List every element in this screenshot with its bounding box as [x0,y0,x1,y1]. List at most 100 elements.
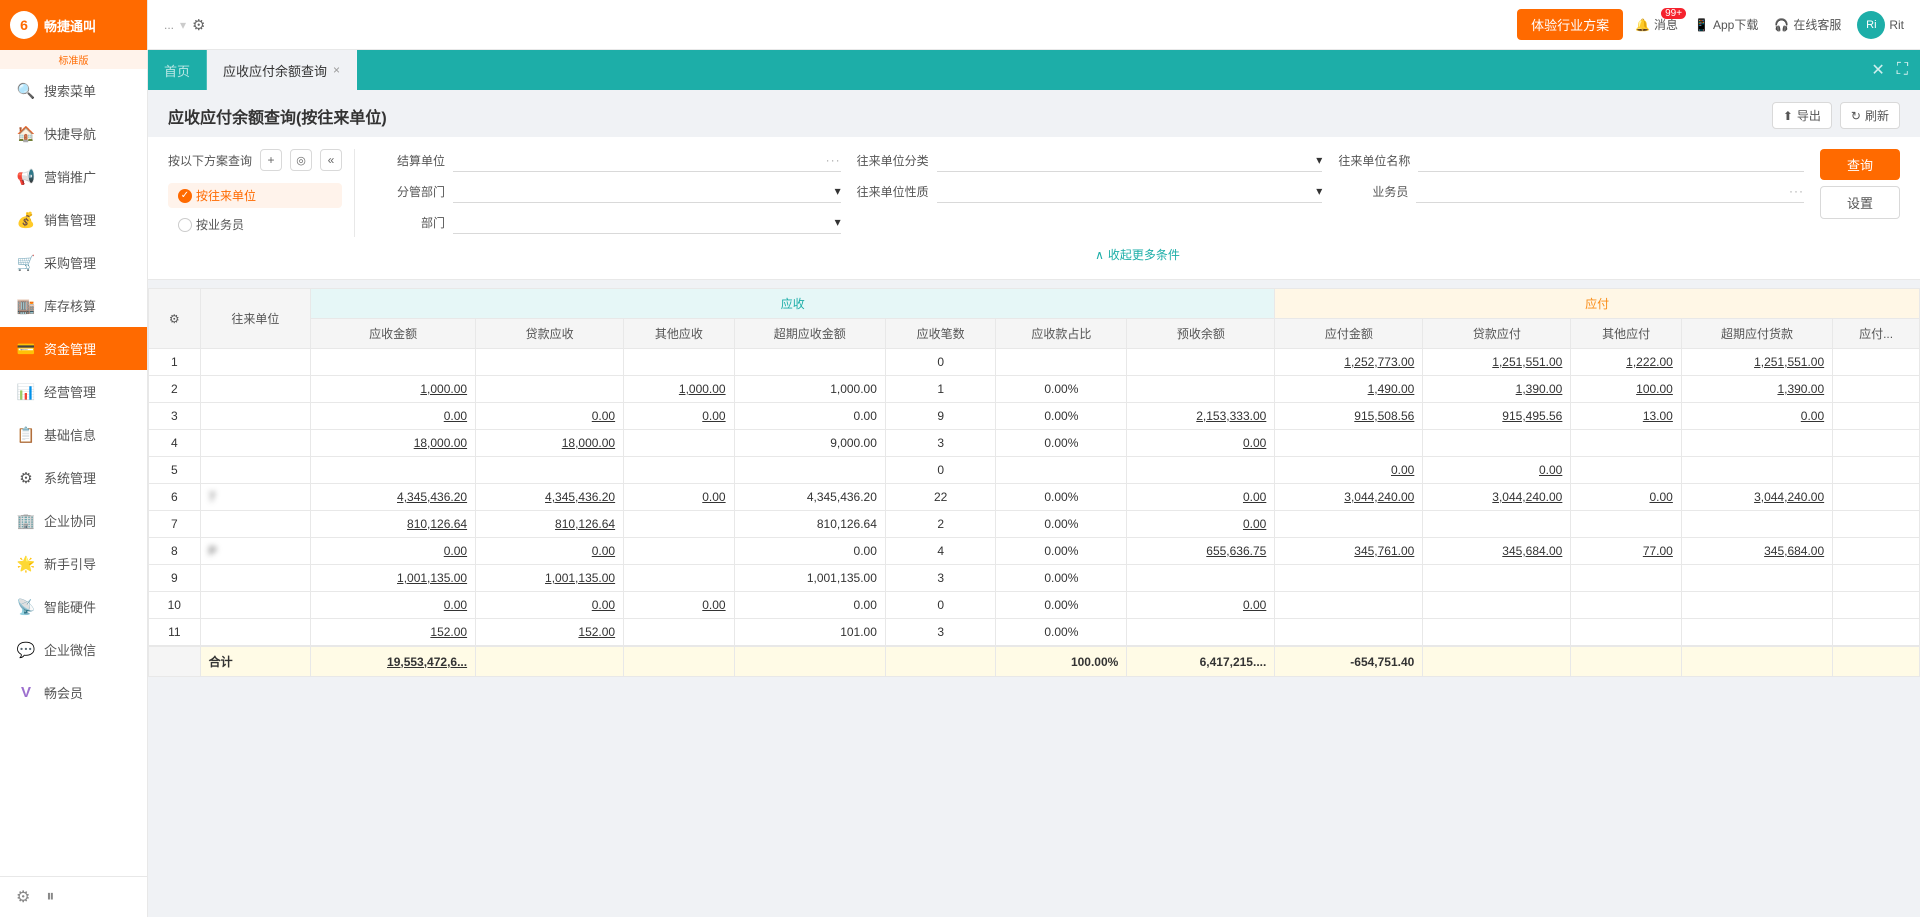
row-prepaid-balance[interactable]: 2,153,333.00 [1127,403,1275,430]
row-payable-amount[interactable] [1275,592,1423,619]
add-filter-btn[interactable]: + [260,149,282,171]
row-overdue-payable[interactable]: 1,390.00 [1681,376,1832,403]
row-prepaid-balance[interactable] [1127,457,1275,484]
close-window-icon[interactable]: ✕ [1871,60,1884,80]
sidebar-item-search-menu[interactable]: 🔍 搜索菜单 [0,69,147,112]
row-loan-receivable[interactable]: 0.00 [476,538,624,565]
row-loan-receivable[interactable] [476,457,624,484]
row-loan-receivable[interactable] [476,376,624,403]
row-other-payable[interactable] [1571,592,1682,619]
row-payable-amount[interactable] [1275,619,1423,647]
row-loan-payable[interactable]: 1,390.00 [1423,376,1571,403]
row-overdue-payable[interactable] [1681,619,1832,647]
sidebar-item-inventory[interactable]: 🏬 库存核算 [0,284,147,327]
row-receivable-amount[interactable]: 810,126.64 [311,511,476,538]
tab-home[interactable]: 首页 [148,50,207,90]
row-overdue-payable[interactable]: 1,251,551.00 [1681,349,1832,376]
collapse-more-btn[interactable]: ∧ 收起更多条件 [375,242,1900,267]
row-receivable-amount[interactable]: 0.00 [311,403,476,430]
row-other-receivable[interactable]: 1,000.00 [624,376,735,403]
row-prepaid-balance[interactable]: 655,636.75 [1127,538,1275,565]
supervise-dept-select[interactable]: ▾ [453,180,841,203]
row-payable-amount[interactable] [1275,430,1423,457]
row-overdue-payable[interactable]: 345,684.00 [1681,538,1832,565]
sidebar-item-finance[interactable]: 💳 资金管理 [0,327,147,370]
partner-name-input[interactable] [1418,149,1804,172]
sidebar-item-system[interactable]: ⚙ 系统管理 [0,456,147,499]
tab-receivable-query[interactable]: 应收应付余额查询 × [207,50,357,90]
row-overdue-payable[interactable]: 3,044,240.00 [1681,484,1832,511]
row-loan-receivable[interactable]: 4,345,436.20 [476,484,624,511]
row-receivable-amount[interactable]: 152.00 [311,619,476,647]
row-loan-payable[interactable] [1423,430,1571,457]
row-payable-amount[interactable] [1275,565,1423,592]
row-payable-amount[interactable]: 3,044,240.00 [1275,484,1423,511]
row-other-receivable[interactable] [624,511,735,538]
filter-by-salesperson[interactable]: 按业务员 [168,212,342,237]
row-prepaid-balance[interactable]: 0.00 [1127,430,1275,457]
sidebar-item-enterprise[interactable]: 🏢 企业协同 [0,499,147,542]
row-prepaid-balance[interactable] [1127,619,1275,647]
row-prepaid-balance[interactable] [1127,376,1275,403]
sidebar-item-quick-nav[interactable]: 🏠 快捷导航 [0,112,147,155]
row-loan-receivable[interactable]: 0.00 [476,592,624,619]
row-receivable-amount[interactable]: 1,001,135.00 [311,565,476,592]
collapse-sidebar-icon[interactable]: ⏸ [46,888,54,906]
row-loan-receivable[interactable]: 152.00 [476,619,624,647]
row-other-payable[interactable] [1571,619,1682,647]
filter-target-icon[interactable]: ◎ [290,149,312,171]
partner-nature-select[interactable]: ▾ [937,180,1323,203]
refresh-button[interactable]: ↻ 刷新 [1840,102,1900,129]
row-loan-payable[interactable]: 0.00 [1423,457,1571,484]
row-receivable-amount[interactable] [311,457,476,484]
row-loan-receivable[interactable]: 1,001,135.00 [476,565,624,592]
settings-bottom-icon[interactable]: ⚙ [16,887,30,907]
settings-col-header[interactable]: ⚙ [149,289,201,349]
sidebar-item-purchase[interactable]: 🛒 采购管理 [0,241,147,284]
notifications-btn[interactable]: 🔔 消息 99+ [1635,16,1678,33]
row-other-payable[interactable]: 1,222.00 [1571,349,1682,376]
row-other-payable[interactable]: 13.00 [1571,403,1682,430]
row-overdue-payable[interactable] [1681,592,1832,619]
row-overdue-payable[interactable] [1681,457,1832,484]
query-button[interactable]: 查询 [1820,149,1900,180]
row-other-receivable[interactable] [624,538,735,565]
row-loan-payable[interactable]: 915,495.56 [1423,403,1571,430]
sidebar-item-marketing[interactable]: 📢 营销推广 [0,155,147,198]
row-overdue-payable[interactable] [1681,565,1832,592]
row-loan-payable[interactable] [1423,592,1571,619]
row-prepaid-balance[interactable] [1127,565,1275,592]
filter-by-partner[interactable]: ✓ 按往来单位 [168,183,342,208]
online-service-btn[interactable]: 🎧 在线客服 [1774,16,1841,33]
row-loan-receivable[interactable] [476,349,624,376]
row-other-payable[interactable]: 100.00 [1571,376,1682,403]
export-button[interactable]: ⬆ 导出 [1772,102,1832,129]
sidebar-item-basic-info[interactable]: 📋 基础信息 [0,413,147,456]
settlement-unit-input[interactable]: ··· [453,149,841,172]
app-download-btn[interactable]: 📱 App下载 [1694,16,1758,33]
fullscreen-icon[interactable]: ⛶ [1897,61,1908,79]
row-other-payable[interactable] [1571,511,1682,538]
row-overdue-payable[interactable] [1681,430,1832,457]
sidebar-item-sales[interactable]: 💰 销售管理 [0,198,147,241]
row-prepaid-balance[interactable]: 0.00 [1127,511,1275,538]
row-prepaid-balance[interactable]: 0.00 [1127,592,1275,619]
row-overdue-payable[interactable]: 0.00 [1681,403,1832,430]
salesperson-input[interactable]: ··· [1416,180,1804,203]
row-loan-payable[interactable] [1423,565,1571,592]
sidebar-item-wechat[interactable]: 💬 企业微信 [0,628,147,671]
row-loan-payable[interactable] [1423,619,1571,647]
row-loan-receivable[interactable]: 18,000.00 [476,430,624,457]
row-payable-amount[interactable]: 345,761.00 [1275,538,1423,565]
row-loan-payable[interactable]: 1,251,551.00 [1423,349,1571,376]
row-receivable-amount[interactable]: 0.00 [311,592,476,619]
row-overdue-payable[interactable] [1681,511,1832,538]
user-menu[interactable]: Ri Rit [1857,11,1904,39]
filter-collapse-btn[interactable]: « [320,149,342,171]
sidebar-item-member[interactable]: V 畅会员 [0,671,147,714]
row-payable-amount[interactable]: 915,508.56 [1275,403,1423,430]
dept-select[interactable]: ▾ [453,211,841,234]
row-payable-amount[interactable]: 1,490.00 [1275,376,1423,403]
promo-button[interactable]: 体验行业方案 [1517,9,1623,40]
row-loan-payable[interactable]: 3,044,240.00 [1423,484,1571,511]
